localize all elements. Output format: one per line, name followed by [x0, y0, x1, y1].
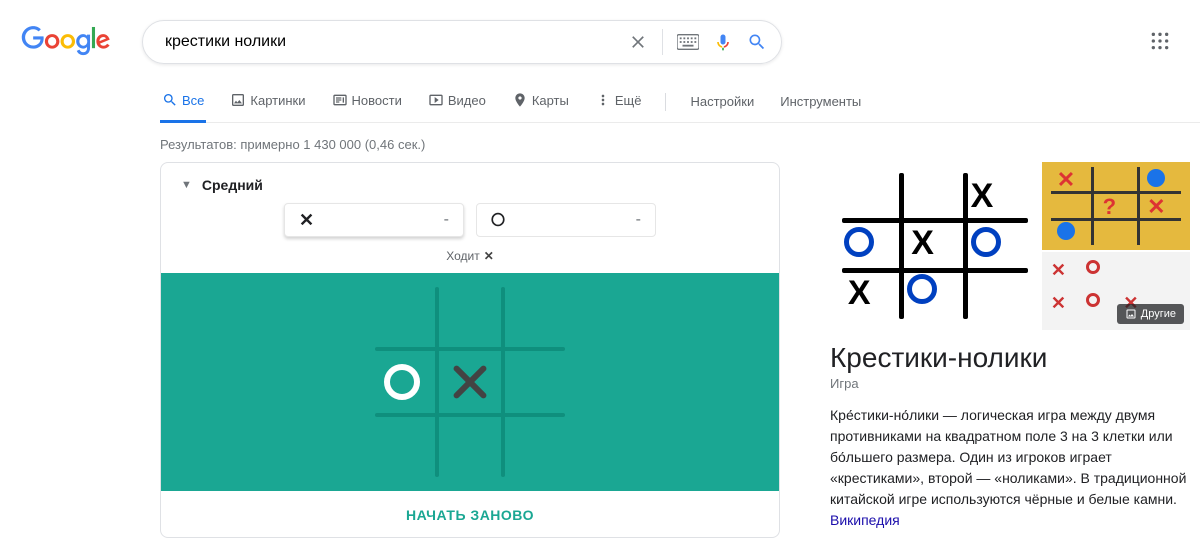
clear-icon[interactable] [628, 32, 648, 52]
tab-video[interactable]: Видео [426, 82, 488, 123]
kp-description: Кре́стики-но́лики — логическая игра межд… [830, 405, 1190, 531]
mark-x-icon [450, 362, 490, 402]
x-symbol: ✕ [299, 210, 314, 231]
google-logo[interactable] [20, 26, 112, 59]
tab-tools[interactable]: Инструменты [778, 84, 863, 121]
cell-1[interactable] [439, 283, 501, 345]
tab-maps-label: Карты [532, 93, 569, 108]
cell-4[interactable] [439, 351, 501, 413]
kp-source-link[interactable]: Википедия [830, 512, 900, 528]
tab-settings[interactable]: Настройки [688, 84, 756, 121]
kp-image-3[interactable]: ✕ ✕ ✕ Другие [1042, 252, 1190, 330]
cell-3[interactable] [371, 351, 433, 413]
mark-o-icon [384, 364, 420, 400]
difficulty-selector[interactable]: ▼ Средний [161, 163, 779, 203]
game-board [161, 273, 779, 491]
tab-images-label: Картинки [250, 93, 305, 108]
tictactoe-card: ▼ Средний ✕ - 〇 - Ходит✕ [160, 162, 780, 538]
mic-icon[interactable] [713, 32, 733, 52]
kp-title: Крестики-нолики [830, 330, 1190, 376]
results-stats: Результатов: примерно 1 430 000 (0,46 се… [160, 123, 1200, 162]
kp-image-main[interactable]: X X X [830, 162, 1040, 330]
search-icon[interactable] [747, 32, 767, 52]
score-o[interactable]: 〇 - [476, 203, 656, 237]
difficulty-label: Средний [202, 177, 263, 193]
tab-maps[interactable]: Карты [510, 82, 571, 123]
score-x[interactable]: ✕ - [284, 203, 464, 237]
tab-all-label: Все [182, 93, 204, 108]
cell-6[interactable] [371, 417, 433, 479]
search-bar [142, 20, 782, 64]
knowledge-panel: X X X ✕ ? ✕ [830, 162, 1190, 538]
cell-5[interactable] [505, 351, 567, 413]
chevron-down-icon: ▼ [181, 179, 192, 191]
tab-more[interactable]: Ещё [593, 82, 644, 123]
cell-7[interactable] [439, 417, 501, 479]
search-input[interactable] [157, 33, 628, 51]
restart-button[interactable]: НАЧАТЬ ЗАНОВО [161, 491, 779, 537]
cell-0[interactable] [371, 283, 433, 345]
tab-news[interactable]: Новости [330, 82, 404, 123]
cell-2[interactable] [505, 283, 567, 345]
keyboard-icon[interactable] [677, 34, 699, 50]
search-tabs: Все Картинки Новости Видео Карты Ещё Нас… [160, 82, 1200, 123]
tab-all[interactable]: Все [160, 82, 206, 123]
kp-subtitle: Игра [830, 376, 1190, 405]
tab-news-label: Новости [352, 93, 402, 108]
o-score-value: - [636, 211, 641, 229]
x-score-value: - [444, 211, 449, 229]
apps-icon[interactable] [1150, 31, 1170, 54]
tab-images[interactable]: Картинки [228, 82, 307, 123]
cell-8[interactable] [505, 417, 567, 479]
o-symbol: 〇 [491, 210, 505, 230]
tab-video-label: Видео [448, 93, 486, 108]
turn-indicator: Ходит✕ [161, 245, 779, 273]
more-images-button[interactable]: Другие [1117, 304, 1184, 324]
kp-image-2[interactable]: ✕ ? ✕ [1042, 162, 1190, 250]
tab-more-label: Ещё [615, 93, 642, 108]
